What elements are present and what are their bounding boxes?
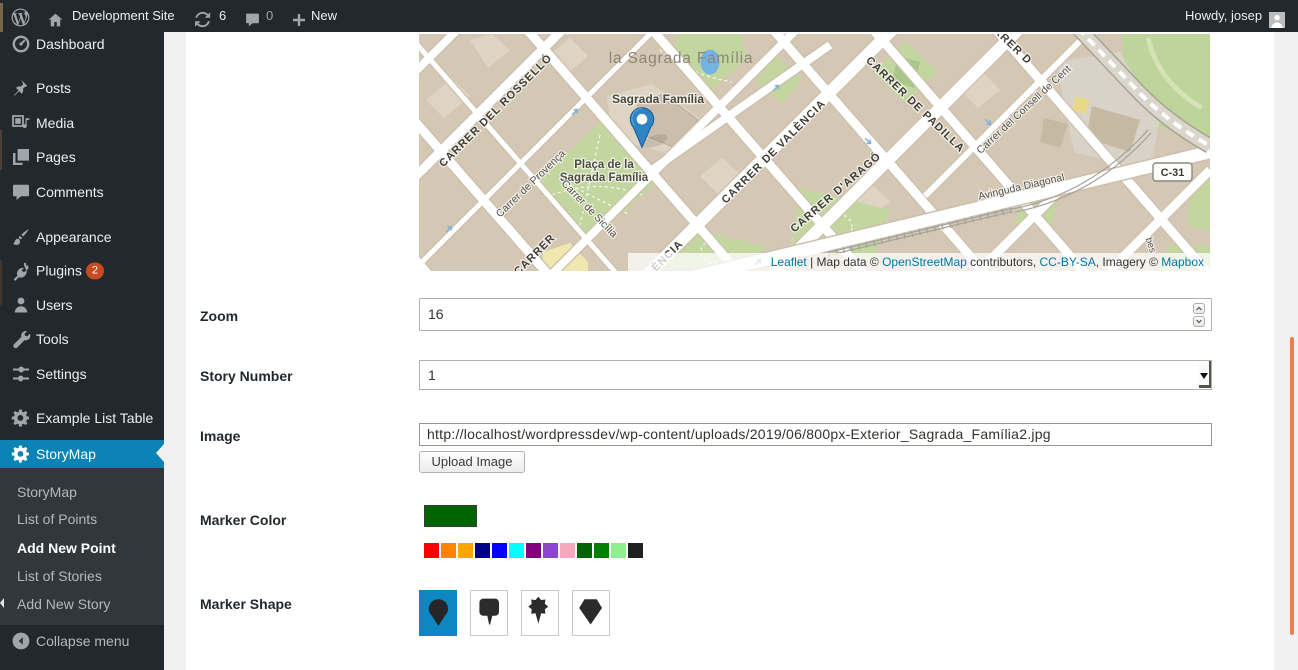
svg-text:la Sagrada Família: la Sagrada Família <box>609 50 754 67</box>
svg-text:Sagrada Família: Sagrada Família <box>612 92 704 106</box>
svg-text:C-31: C-31 <box>1161 167 1185 179</box>
svg-text:Sagrada Família: Sagrada Família <box>560 172 649 184</box>
svg-text:Plaça de la: Plaça de la <box>574 159 634 171</box>
svg-text:Leaflet | Map data © OpenStree: Leaflet | Map data © OpenStreetMap contr… <box>771 255 1204 269</box>
